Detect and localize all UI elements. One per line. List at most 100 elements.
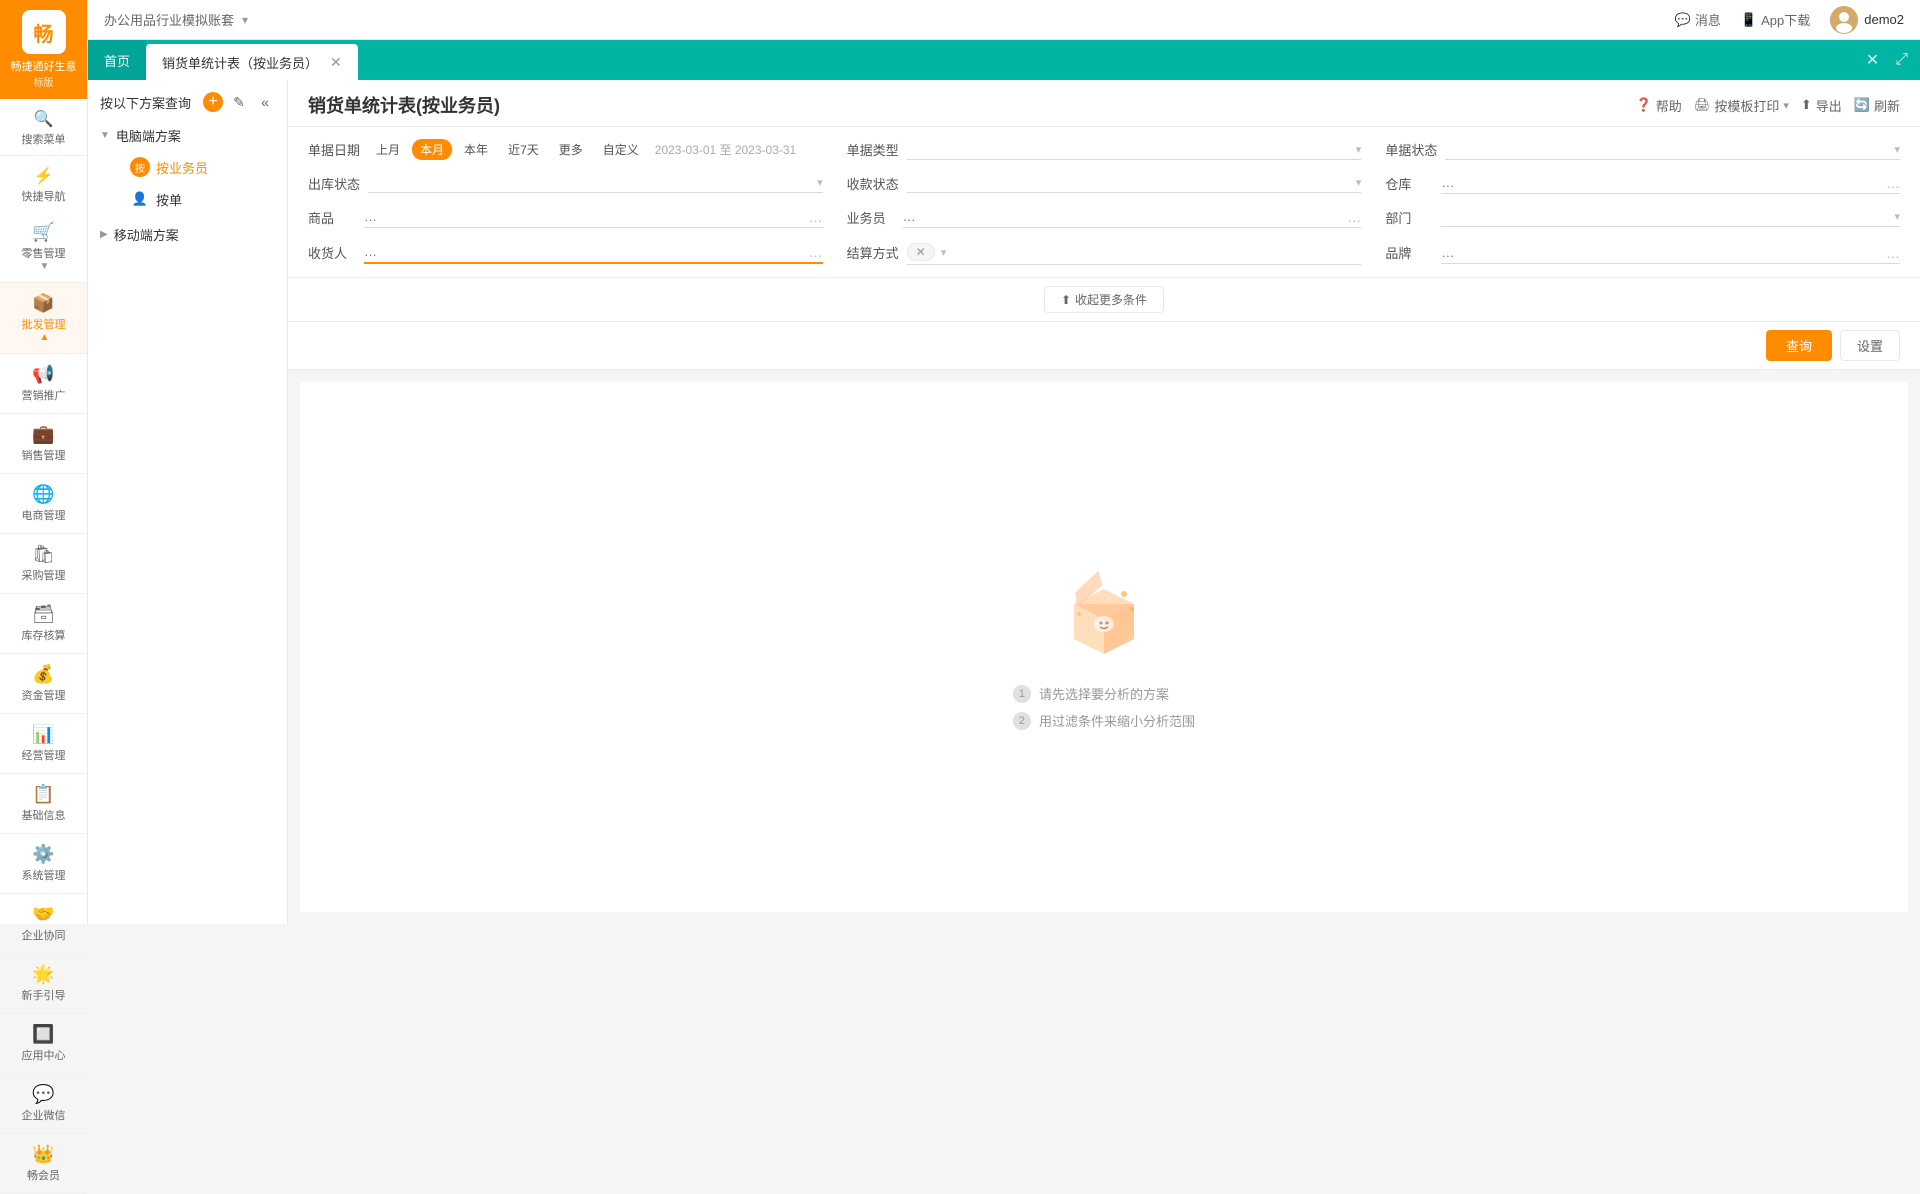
dept-select[interactable]: ▾ [1441,207,1900,227]
user-info[interactable]: demo2 [1830,6,1904,34]
payment-arrow-icon: ▾ [1356,176,1362,189]
salesperson-dots-icon[interactable]: … [1347,209,1361,225]
settings-btn[interactable]: 设置 [1840,330,1900,361]
collapse-panel-icon: « [261,94,269,110]
scheme-by-salesperson[interactable]: 按 按业务员 [118,151,287,183]
sidebar-item-inventory[interactable]: 🗃 库存核算 [0,594,87,654]
salesperson-input[interactable] [903,206,1362,228]
tab-maximize-icon[interactable]: ⤢ [1891,47,1912,73]
print-dropdown-icon: ▾ [1783,99,1789,112]
export-label: 导出 [1816,96,1842,115]
dept-arrow-icon: ▾ [1894,210,1900,223]
purchase-icon: 🛍 [32,544,55,565]
sidebar-item-marketing[interactable]: 📢 营销推广 [0,354,87,414]
add-scheme-btn[interactable]: + [203,92,223,112]
warehouse-dots-icon[interactable]: … [1886,175,1900,191]
date-last-month-btn[interactable]: 上月 [368,139,408,160]
sidebar-quick-nav[interactable]: ⚡ 快捷导航 [0,156,87,212]
payment-filter-item: 收款状态 ▾ [847,172,1362,194]
payment-select[interactable]: ▾ [907,173,1362,193]
avatar [1830,6,1858,34]
date-controls: 上月 本月 本年 近7天 更多 自定义 2023-03-01 至 2023-03… [368,139,823,160]
tab-home[interactable]: 首页 [88,40,146,80]
receiver-dots-icon[interactable]: … [809,244,823,260]
sidebar-item-newbie[interactable]: 🌟 新手引导 [0,954,87,1014]
out-status-select[interactable]: ▾ [368,173,823,193]
settlement-arrow-icon: ▾ [941,246,947,259]
sidebar-item-retail[interactable]: 🛒 零售管理 ▼ [0,212,87,283]
date-this-month-btn[interactable]: 本月 [412,139,452,160]
brand-input[interactable] [1441,242,1900,264]
receiver-input[interactable] [364,241,823,264]
export-btn[interactable]: ⬆ 导出 [1801,96,1842,115]
help-label: 帮助 [1656,96,1682,115]
date-this-year-btn[interactable]: 本年 [456,139,496,160]
order-scheme-icon: 👤 [130,189,150,209]
collapse-btn[interactable]: ⬆ 收起更多条件 [1044,286,1164,313]
scheme-by-order[interactable]: 👤 按单 [118,183,287,215]
sidebar-item-finance[interactable]: 💰 资金管理 [0,654,87,714]
message-label: 消息 [1695,10,1721,29]
wholesale-arrow: ▲ [40,332,50,343]
date-custom-btn[interactable]: 自定义 [595,139,647,160]
date-more-btn[interactable]: 更多 [551,139,591,160]
wholesale-icon: 📦 [32,293,54,314]
empty-tip-2: 2 用过滤条件来缩小分析范围 [1013,711,1195,730]
sidebar-item-ecommerce[interactable]: 🌐 电商管理 [0,474,87,534]
tree-desktop[interactable]: ▼ 电脑端方案 [88,120,287,151]
brand-dots-icon[interactable]: … [1886,245,1900,261]
sidebar-item-wholesale[interactable]: 📦 批发管理 ▲ [0,283,87,354]
settlement-select[interactable]: ▾ [941,246,1362,259]
sidebar-item-wechat[interactable]: 💬 企业微信 [0,1074,87,1134]
date-7days-btn[interactable]: 近7天 [500,139,547,160]
sidebar-item-sales[interactable]: 💼 销售管理 [0,414,87,474]
ecommerce-label: 电商管理 [22,507,66,523]
tree-desktop-children: 按 按业务员 👤 按单 [88,151,287,215]
tab-sales-close-icon[interactable]: ✕ [330,54,342,71]
top-bar-dropdown-icon[interactable]: ▾ [242,13,248,27]
sidebar-item-member[interactable]: 👑 畅会员 [0,1134,87,1194]
out-status-label: 出库状态 [308,174,360,193]
sidebar-item-basic[interactable]: 📋 基础信息 [0,774,87,834]
help-btn[interactable]: ❓ 帮助 [1636,96,1682,115]
goods-dots-icon[interactable]: … [809,209,823,225]
sidebar-item-operations[interactable]: 📊 经营管理 [0,714,87,774]
edit-scheme-btn[interactable]: ✎ [229,92,249,112]
doc-type-label: 单据类型 [847,140,899,159]
message-btn[interactable]: 💬 消息 [1675,10,1721,29]
settlement-tag-close-icon[interactable]: ✕ [916,246,926,258]
goods-input[interactable] [364,206,823,228]
query-btn[interactable]: 查询 [1766,330,1832,361]
refresh-btn[interactable]: 🔄 刷新 [1854,96,1900,115]
app-download-btn[interactable]: 📱 App下载 [1741,10,1810,29]
sidebar-item-purchase[interactable]: 🛍 采购管理 [0,534,87,594]
sidebar-item-enterprise[interactable]: 🤝 企业协同 [0,894,87,954]
sidebar-item-system[interactable]: ⚙️ 系统管理 [0,834,87,894]
appcenter-label: 应用中心 [22,1047,66,1063]
newbie-label: 新手引导 [22,987,66,1003]
receiver-control: … [364,241,823,264]
doc-type-select[interactable]: ▾ [907,140,1362,160]
tip-2-text: 用过滤条件来缩小分析范围 [1039,711,1195,730]
sidebar-item-appcenter[interactable]: 🔲 应用中心 [0,1014,87,1074]
filter-row-4: 收货人 … 结算方式 ✕ [308,240,1900,265]
tree-mobile[interactable]: ▶ 移动端方案 [88,219,287,250]
brand-filter-item: 品牌 … [1385,240,1900,265]
goods-filter-item: 商品 … [308,206,823,228]
out-status-arrow-icon: ▾ [817,176,823,189]
user-name: demo2 [1864,12,1904,27]
retail-icon: 🛒 [32,222,54,243]
warehouse-input[interactable] [1441,172,1900,194]
sidebar-search[interactable]: 🔍 搜索菜单 [0,99,87,156]
app-logo[interactable]: 畅 畅捷通好生意 标版 [0,0,87,99]
inventory-icon: 🗃 [32,604,55,625]
page-header: 销货单统计表(按业务员) ❓ 帮助 🖨 按模板打印 ▾ ⬆ 导出 [288,80,1920,127]
tab-sales-report[interactable]: 销货单统计表（按业务员） ✕ [146,44,358,80]
tab-close-all-icon[interactable]: ✕ [1862,46,1883,74]
doc-status-select[interactable]: ▾ [1445,140,1900,160]
mobile-label: 移动端方案 [114,225,179,244]
collapse-panel-btn[interactable]: « [255,92,275,112]
tip-1-num: 1 [1013,685,1031,703]
print-btn[interactable]: 🖨 按模板打印 ▾ [1694,96,1789,115]
filter-inner: 单据日期 上月 本月 本年 近7天 更多 自定义 2023-03-01 至 20… [288,127,1920,277]
